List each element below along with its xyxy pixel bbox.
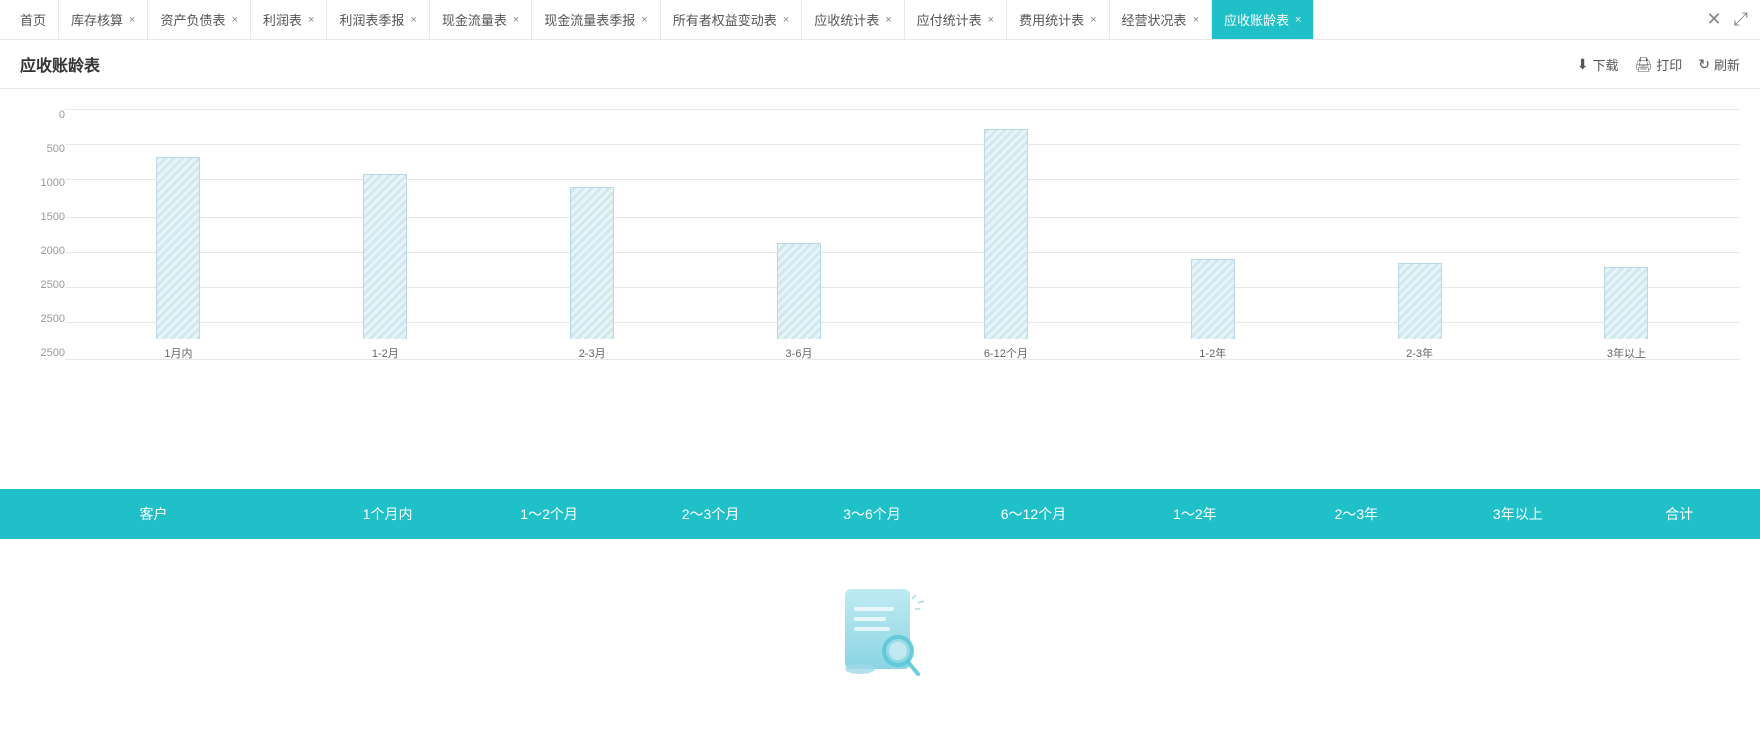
bar-label-1: 1月内: [164, 345, 192, 361]
th-month2-3: 2～3个月: [630, 504, 791, 524]
bar-label-7: 2-3年: [1406, 345, 1433, 361]
bar-group-4: 3-6月: [777, 243, 821, 361]
th-year1-2: 1～2年: [1114, 504, 1275, 524]
refresh-icon: ↻: [1698, 56, 1710, 73]
bar-label-4: 3-6月: [786, 345, 813, 361]
th-month1: 1个月内: [307, 504, 468, 524]
bar-4: [777, 243, 821, 339]
tab-equity-close[interactable]: ×: [783, 14, 789, 26]
bar-3: [570, 187, 614, 339]
tab-operations[interactable]: 经营状况表 ×: [1110, 0, 1212, 40]
tab-home[interactable]: 首页: [8, 0, 59, 40]
tab-profit-close[interactable]: ×: [308, 14, 314, 26]
th-year2-3: 2～3年: [1276, 504, 1437, 524]
bar-8: [1604, 267, 1648, 339]
chart-body: 1月内 1-2月 2-3月 3-6月: [65, 109, 1740, 389]
print-icon: 🖨: [1634, 56, 1652, 73]
tab-bar-window-controls: ✕ ⤢: [1707, 9, 1753, 30]
empty-document-icon: [820, 579, 940, 689]
tab-ar-aging[interactable]: 应收账龄表 ×: [1212, 0, 1314, 40]
tab-profit-quarterly-close[interactable]: ×: [410, 14, 416, 26]
bar-label-5: 6-12个月: [984, 345, 1028, 361]
download-icon: ⬇: [1577, 56, 1589, 73]
bar-group-3: 2-3月: [570, 187, 614, 361]
download-button[interactable]: ⬇ 下载: [1577, 55, 1619, 74]
th-year3plus: 3年以上: [1437, 504, 1598, 524]
main-content: 2500 2500 2500 2000 1500 1000 500 0: [0, 89, 1760, 729]
close-window-icon[interactable]: ✕: [1707, 9, 1722, 30]
tab-ar-stat-close[interactable]: ×: [885, 14, 891, 26]
bar-label-2: 1-2月: [372, 345, 399, 361]
empty-state: [0, 539, 1760, 729]
refresh-button[interactable]: ↻ 刷新: [1698, 55, 1740, 74]
tab-ar-stat[interactable]: 应收统计表 ×: [802, 0, 904, 40]
bar-2: [363, 174, 407, 339]
th-month3-6: 3～6个月: [791, 504, 952, 524]
bar-label-6: 1-2年: [1199, 345, 1226, 361]
bar-label-8: 3年以上: [1607, 345, 1646, 361]
print-button[interactable]: 🖨 打印: [1634, 55, 1682, 74]
tab-cashflow[interactable]: 现金流量表 ×: [430, 0, 532, 40]
bar-group-7: 2-3年: [1398, 263, 1442, 361]
header-actions: ⬇ 下载 🖨 打印 ↻ 刷新: [1577, 55, 1740, 74]
tab-ap-stat-close[interactable]: ×: [988, 14, 994, 26]
bar-6: [1191, 259, 1235, 339]
tab-expense[interactable]: 费用统计表 ×: [1007, 0, 1109, 40]
chart-area: 2500 2500 2500 2000 1500 1000 500 0: [0, 89, 1760, 489]
tab-balance[interactable]: 资产负债表 ×: [148, 0, 250, 40]
page-header: 应收账龄表 ⬇ 下载 🖨 打印 ↻ 刷新: [0, 40, 1760, 89]
th-total: 合计: [1599, 504, 1760, 524]
tab-profit-quarterly[interactable]: 利润表季报 ×: [327, 0, 429, 40]
tab-cashflow-quarterly-close[interactable]: ×: [641, 14, 647, 26]
tab-bar: 首页 库存核算 × 资产负债表 × 利润表 × 利润表季报 × 现金流量表 × …: [0, 0, 1760, 40]
tab-cashflow-quarterly[interactable]: 现金流量表季报 ×: [532, 0, 660, 40]
tab-inventory-close[interactable]: ×: [129, 14, 135, 26]
bar-group-5: 6-12个月: [984, 129, 1028, 361]
tab-equity[interactable]: 所有者权益变动表 ×: [661, 0, 802, 40]
bar-5: [984, 129, 1028, 339]
y-axis: 2500 2500 2500 2000 1500 1000 500 0: [20, 109, 65, 389]
bar-7: [1398, 263, 1442, 339]
tab-expense-close[interactable]: ×: [1090, 14, 1096, 26]
bar-group-6: 1-2年: [1191, 259, 1235, 361]
bar-group-8: 3年以上: [1604, 267, 1648, 361]
table-header: 客户 1个月内 1～2个月 2～3个月 3～6个月 6～12个月 1～2年 2～…: [0, 489, 1760, 539]
tab-ap-stat[interactable]: 应付统计表 ×: [905, 0, 1007, 40]
maximize-window-icon[interactable]: ⤢: [1734, 9, 1748, 30]
tab-inventory[interactable]: 库存核算 ×: [59, 0, 148, 40]
bar-1: [156, 157, 200, 339]
tab-ar-aging-close[interactable]: ×: [1295, 14, 1301, 26]
bar-label-3: 2-3月: [579, 345, 606, 361]
tab-cashflow-close[interactable]: ×: [513, 14, 519, 26]
tab-balance-close[interactable]: ×: [231, 14, 237, 26]
tab-operations-close[interactable]: ×: [1193, 14, 1199, 26]
th-customer: 客户: [0, 504, 307, 524]
th-month6-12: 6～12个月: [953, 504, 1114, 524]
bars-container: 1月内 1-2月 2-3月 3-6月: [65, 109, 1740, 389]
tab-profit[interactable]: 利润表 ×: [251, 0, 327, 40]
th-month1-2: 1～2个月: [468, 504, 629, 524]
bar-group-1: 1月内: [156, 157, 200, 361]
page-title: 应收账龄表: [20, 52, 100, 76]
bar-group-2: 1-2月: [363, 174, 407, 361]
